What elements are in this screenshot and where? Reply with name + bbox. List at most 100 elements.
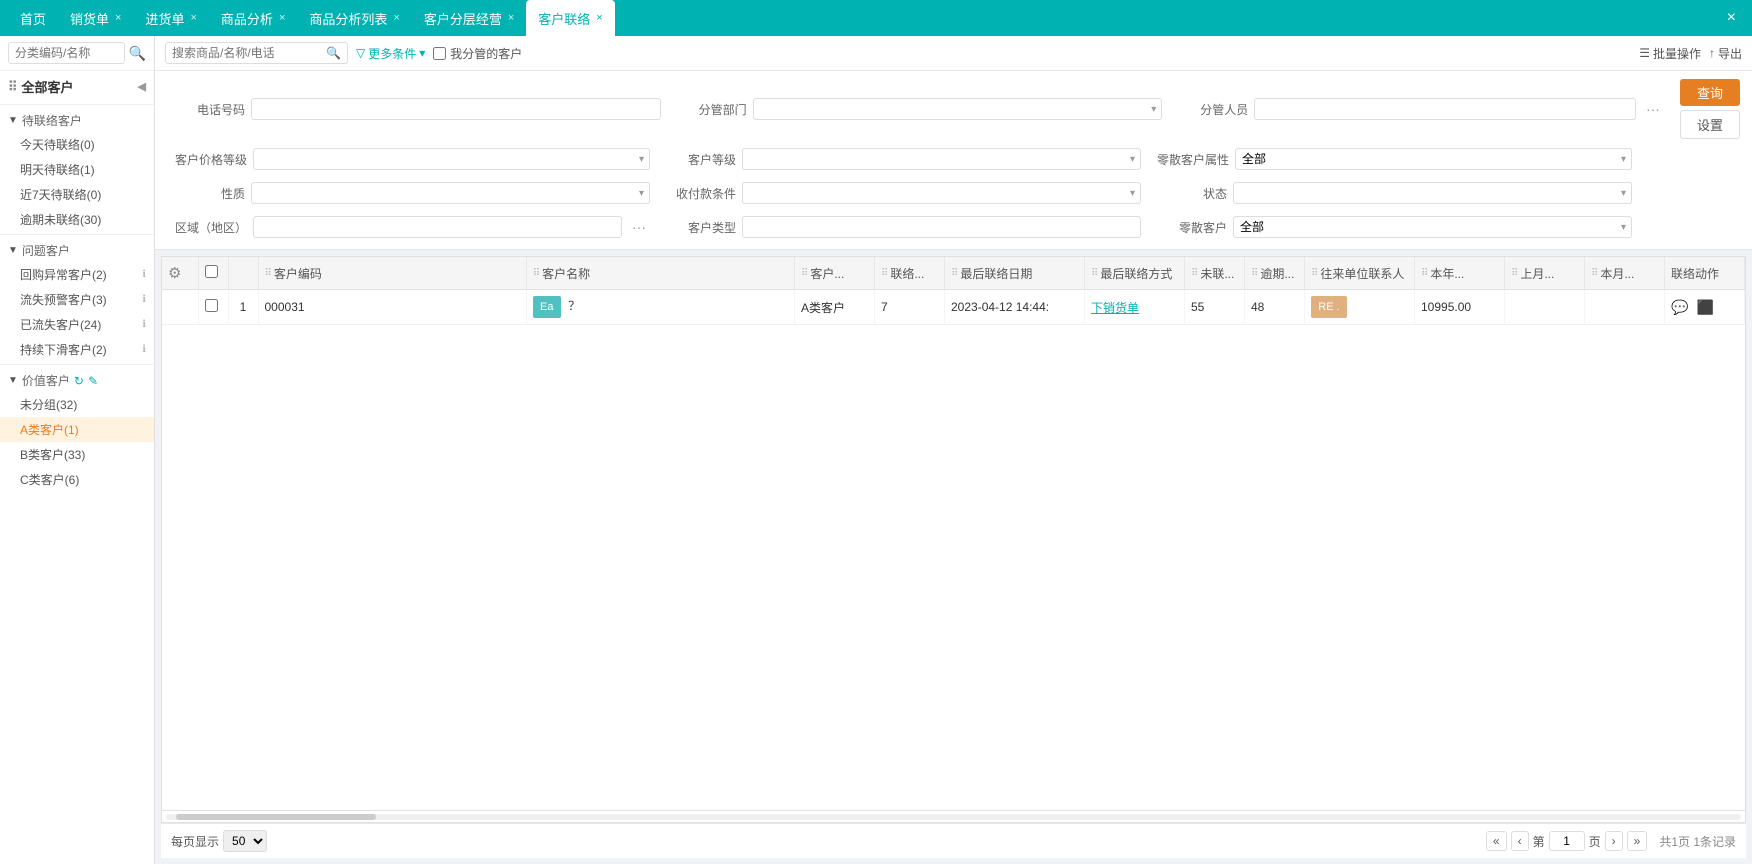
- row-checkbox[interactable]: [205, 299, 218, 312]
- sidebar-group-problem[interactable]: ▼ 问题客户: [0, 237, 154, 262]
- query-btn[interactable]: 查询: [1680, 79, 1740, 106]
- horizontal-scrollbar[interactable]: [161, 811, 1746, 823]
- nav-product-analysis-list[interactable]: 商品分析列表 ×: [297, 0, 411, 36]
- page-number-input[interactable]: [1549, 831, 1585, 851]
- sidebar-search-input[interactable]: [8, 42, 125, 64]
- close-analysis-tab[interactable]: ×: [279, 12, 285, 24]
- close-tier-tab[interactable]: ×: [508, 12, 514, 24]
- sidebar-item-class-a[interactable]: A类客户(1): [0, 417, 154, 442]
- nav-customer-tier[interactable]: 客户分层经营 ×: [412, 0, 526, 36]
- data-table-area: ⚙ ⠿客户编码 ⠿客户名称 ⠿客户...: [161, 256, 1746, 811]
- customer-grade-select[interactable]: [742, 148, 1141, 170]
- customer-type-input[interactable]: [742, 216, 1141, 238]
- region-dots[interactable]: ···: [628, 219, 650, 235]
- sidebar-item-today-pending[interactable]: 今天待联络(0): [0, 132, 154, 157]
- close-all-btn[interactable]: ×: [1719, 9, 1744, 27]
- region-input[interactable]: [253, 216, 622, 238]
- arrow-icon-3: ▼: [8, 375, 18, 386]
- page-size-select[interactable]: 50: [223, 830, 267, 852]
- filter-price-grade: 客户价格等级 ▾: [167, 145, 658, 173]
- refresh-icon[interactable]: ↻: [74, 374, 84, 388]
- gear-icon[interactable]: ⚙: [168, 264, 181, 282]
- status-select[interactable]: [1233, 182, 1632, 204]
- customer-type-label: 客户类型: [666, 219, 736, 236]
- filter-customer-type: 客户类型: [658, 213, 1149, 241]
- sidebar-item-class-c[interactable]: C类客户(6): [0, 467, 154, 492]
- more-filter-btn[interactable]: ▽ 更多条件 ▾: [356, 45, 425, 62]
- toolbar-search-icon[interactable]: 🔍: [326, 46, 341, 60]
- nav-product-analysis[interactable]: 商品分析 ×: [209, 0, 297, 36]
- row-last-contact-date: 2023-04-12 14:44:: [945, 290, 1085, 325]
- nature-label: 性质: [175, 185, 245, 202]
- sidebar-item-churned[interactable]: 已流失客户(24) ℹ: [0, 312, 154, 337]
- filter-payment: 收付款条件 ▾: [658, 179, 1149, 207]
- settings-btn[interactable]: 设置: [1680, 110, 1740, 139]
- nav-sales[interactable]: 销货单 ×: [58, 0, 133, 36]
- price-grade-select[interactable]: [253, 148, 650, 170]
- manager-dots[interactable]: ···: [1642, 101, 1664, 117]
- sidebar-item-declining[interactable]: 持续下滑客户(2) ℹ: [0, 337, 154, 362]
- sidebar-group-value[interactable]: ▼ 价值客户 ↻ ✎: [0, 367, 154, 392]
- my-customers-checkbox-area: 我分管的客户: [433, 45, 522, 62]
- export-btn[interactable]: ↑ 导出: [1709, 45, 1742, 62]
- my-customers-checkbox[interactable]: [433, 47, 446, 60]
- scroll-thumb[interactable]: [176, 814, 376, 820]
- row-code: 000031: [258, 290, 526, 325]
- toolbar-search-input[interactable]: [172, 46, 322, 60]
- sidebar-search-icon[interactable]: 🔍: [129, 45, 146, 62]
- next-page-btn[interactable]: ›: [1605, 831, 1623, 851]
- batch-icon: ☰: [1639, 46, 1650, 60]
- row-overdue: 48: [1245, 290, 1305, 325]
- row-unit-contact: RE .: [1305, 290, 1415, 325]
- last-page-btn[interactable]: »: [1627, 831, 1648, 851]
- row-contact-count: 7: [875, 290, 945, 325]
- dept-select[interactable]: [753, 98, 1163, 120]
- sidebar-group-pending[interactable]: ▼ 待联络客户: [0, 107, 154, 132]
- contact-method-link[interactable]: 下销货单: [1091, 301, 1139, 315]
- manager-input[interactable]: [1254, 98, 1636, 120]
- close-contact-tab[interactable]: ×: [596, 12, 602, 24]
- row-name: Ea ？: [526, 290, 794, 325]
- edit-icon[interactable]: ✎: [88, 374, 98, 388]
- dots-icon: ⠿: [8, 79, 18, 95]
- top-navigation: 首页 销货单 × 进货单 × 商品分析 × 商品分析列表 × 客户分层经营 × …: [0, 0, 1752, 36]
- th-index: [228, 257, 258, 290]
- pagination-bar: 每页显示 50 « ‹ 第 页 › » 共1页 1条记录: [161, 823, 1746, 858]
- sidebar-all-customers[interactable]: ⠿ 全部客户 ◀: [0, 71, 154, 102]
- close-analysis-list-tab[interactable]: ×: [393, 12, 399, 24]
- sidebar-item-tomorrow-pending[interactable]: 明天待联络(1): [0, 157, 154, 182]
- region-label: 区域（地区）: [175, 219, 247, 236]
- filter-row-2: 客户价格等级 ▾ 客户等级 ▾ 零散客户属性 全部: [167, 145, 1740, 173]
- th-no-contact: ⠿未联...: [1185, 257, 1245, 290]
- collapse-icon[interactable]: ◀: [138, 80, 146, 93]
- retail-select[interactable]: 全部: [1233, 216, 1632, 238]
- close-sales-tab[interactable]: ×: [115, 12, 121, 24]
- phone-input[interactable]: [251, 98, 661, 120]
- sidebar-item-overdue-contact[interactable]: 逾期未联络(30): [0, 207, 154, 232]
- sidebar-item-repurchase-abnormal[interactable]: 回购异常客户(2) ℹ: [0, 262, 154, 287]
- th-unit-contact: ⠿往来单位联系人: [1305, 257, 1415, 290]
- nav-purchase[interactable]: 进货单 ×: [133, 0, 208, 36]
- close-purchase-tab[interactable]: ×: [190, 12, 196, 24]
- prev-page-btn[interactable]: ‹: [1511, 831, 1529, 851]
- qr-action-icon[interactable]: ⬛: [1696, 299, 1713, 316]
- first-page-btn[interactable]: «: [1486, 831, 1507, 851]
- customer-grade-label: 客户等级: [666, 151, 736, 168]
- nature-select[interactable]: [251, 182, 650, 204]
- batch-op-btn[interactable]: ☰ 批量操作: [1639, 45, 1701, 62]
- nav-customer-contact[interactable]: 客户联络 ×: [526, 0, 614, 36]
- row-action: 💬 ⬛: [1665, 290, 1745, 325]
- retail-attr-select[interactable]: 全部: [1235, 148, 1632, 170]
- chat-action-icon[interactable]: 💬: [1671, 299, 1688, 316]
- payment-select[interactable]: [742, 182, 1141, 204]
- select-all-checkbox[interactable]: [205, 265, 218, 278]
- dept-label: 分管部门: [677, 101, 747, 118]
- sidebar-item-class-b[interactable]: B类客户(33): [0, 442, 154, 467]
- sidebar-item-churn-warning[interactable]: 流失预警客户(3) ℹ: [0, 287, 154, 312]
- sidebar-item-unclassified[interactable]: 未分组(32): [0, 392, 154, 417]
- toolbar-search-box: 🔍: [165, 42, 348, 64]
- filter-row-1: 电话号码 分管部门 ▾ 分管人员 ··· 查询 设置: [167, 79, 1740, 139]
- nav-home[interactable]: 首页: [8, 0, 58, 36]
- sidebar-item-week-pending[interactable]: 近7天待联络(0): [0, 182, 154, 207]
- filter-phone: 电话号码: [167, 95, 669, 123]
